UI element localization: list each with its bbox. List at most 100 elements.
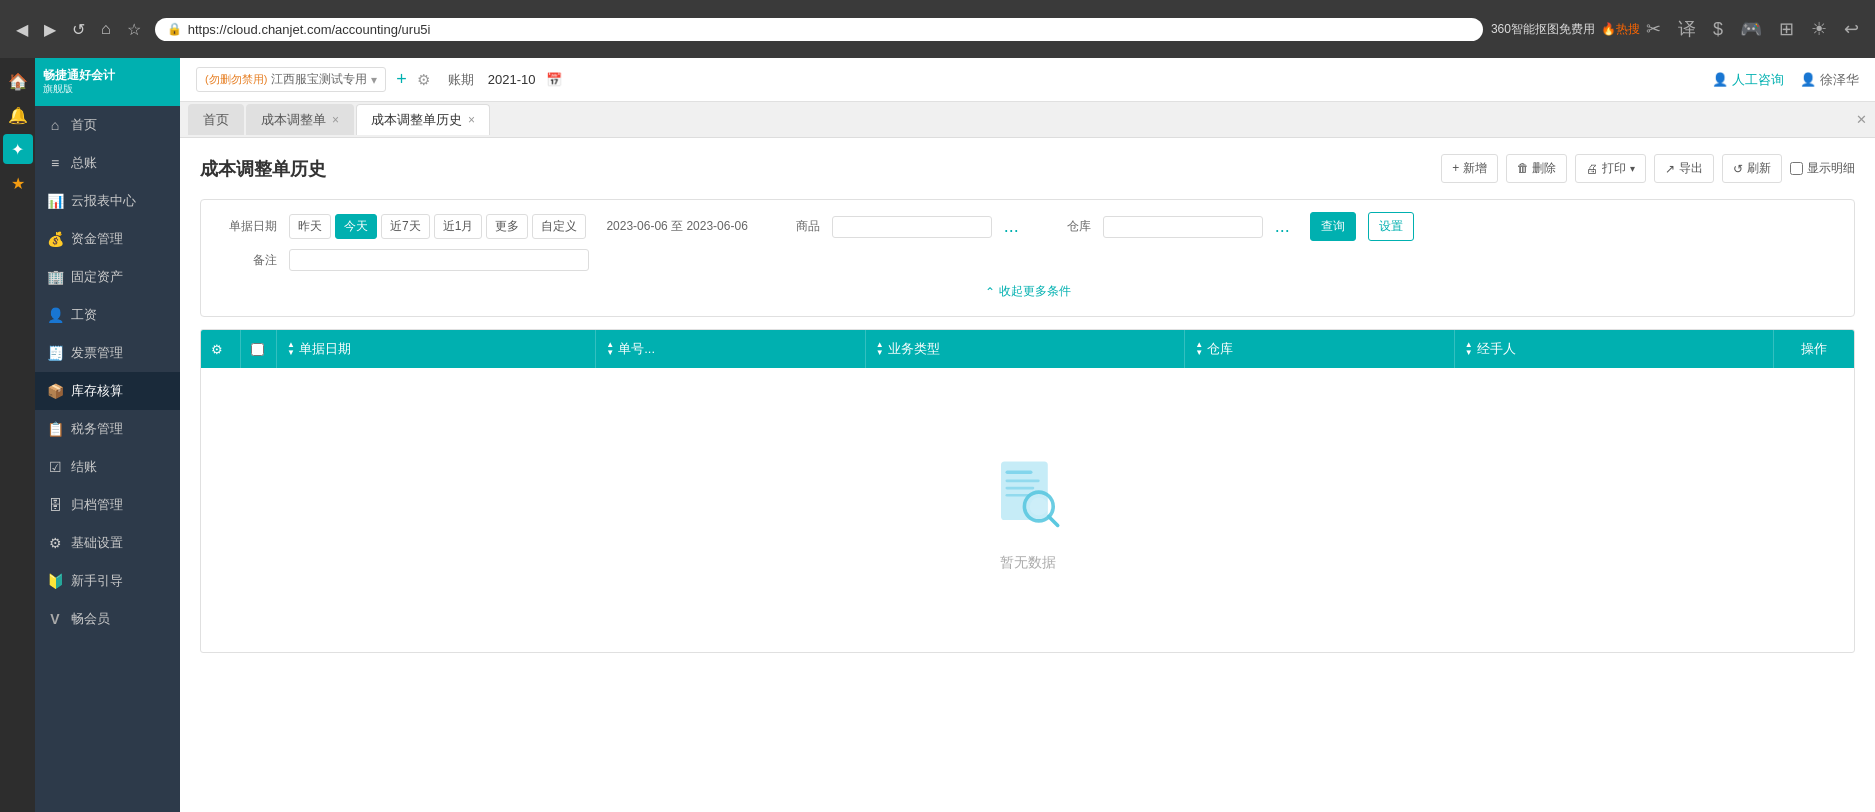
- th-number[interactable]: ▲▼ 单号...: [596, 330, 866, 368]
- product-filter-input[interactable]: [832, 216, 992, 238]
- sidebar-label-archive: 归档管理: [71, 496, 123, 514]
- sidebar-item-settings[interactable]: ⚙ 基础设置: [35, 524, 180, 562]
- page-title-bar: 成本调整单历史 + 新增 🗑 删除 🖨 打印 ▾ ↗ 导出 ↺: [200, 154, 1855, 183]
- browser-chrome: ◀ ▶ ↺ ⌂ ☆ 🔒 https://cloud.chanjet.com/ac…: [0, 0, 1875, 58]
- th-actions-label: 操作: [1801, 340, 1827, 358]
- tab-home[interactable]: 首页: [188, 104, 244, 135]
- date-btn-today[interactable]: 今天: [335, 214, 377, 239]
- sidebar-label-vip: 畅会员: [71, 610, 110, 628]
- display-toggle[interactable]: 显示明细: [1790, 160, 1855, 177]
- tab-cost-adjust[interactable]: 成本调整单 ×: [246, 104, 354, 135]
- username: 徐泽华: [1820, 71, 1859, 89]
- sidebar-item-reports[interactable]: 📊 云报表中心: [35, 182, 180, 220]
- warehouse-filter-input[interactable]: [1103, 216, 1263, 238]
- sidebar-label-settings: 基础设置: [71, 534, 123, 552]
- delete-button[interactable]: 🗑 删除: [1506, 154, 1567, 183]
- date-btn-more[interactable]: 更多: [486, 214, 528, 239]
- archive-icon: 🗄: [47, 497, 63, 513]
- app-container: 🏠 🔔 ✦ ★ 畅捷通好会计 旗舰版 ⌂ 首页 ≡ 总账 📊 云报表中心: [0, 58, 1875, 812]
- rail-icon-star[interactable]: ★: [3, 168, 33, 198]
- sidebar-item-ledger[interactable]: ≡ 总账: [35, 144, 180, 182]
- period-value: 2021-10: [488, 72, 536, 87]
- sidebar-label-payroll: 工资: [71, 306, 97, 324]
- sidebar-label-reports: 云报表中心: [71, 192, 136, 210]
- invoice-icon: 🧾: [47, 345, 63, 361]
- date-btn-7days[interactable]: 近7天: [381, 214, 430, 239]
- tab-cost-adjust-history-close[interactable]: ×: [468, 113, 475, 127]
- tax-icon: 📋: [47, 421, 63, 437]
- reload-button[interactable]: ↺: [66, 16, 91, 43]
- sidebar-item-archive[interactable]: 🗄 归档管理: [35, 486, 180, 524]
- settings-button-filter[interactable]: 设置: [1368, 212, 1414, 241]
- tab-cost-adjust-history[interactable]: 成本调整单历史 ×: [356, 104, 490, 135]
- export-button[interactable]: ↗ 导出: [1654, 154, 1714, 183]
- sidebar-item-home[interactable]: ⌂ 首页: [35, 106, 180, 144]
- th-warehouse[interactable]: ▲▼ 仓库: [1185, 330, 1455, 368]
- top-bar-right: 👤 人工咨询 👤 徐泽华: [1712, 71, 1859, 89]
- home-button[interactable]: ⌂: [95, 16, 117, 43]
- th-checkbox[interactable]: [241, 330, 277, 368]
- new-button[interactable]: + 新增: [1441, 154, 1497, 183]
- customer-service-link[interactable]: 👤 人工咨询: [1712, 71, 1784, 89]
- date-btn-custom[interactable]: 自定义: [532, 214, 586, 239]
- reports-icon: 📊: [47, 193, 63, 209]
- rail-icon-notification[interactable]: 🔔: [3, 100, 33, 130]
- sidebar-item-fixed-assets[interactable]: 🏢 固定资产: [35, 258, 180, 296]
- sort-arrows-biztype: ▲▼: [876, 341, 884, 357]
- print-icon: 🖨: [1586, 162, 1598, 176]
- sidebar-item-tax[interactable]: 📋 税务管理: [35, 410, 180, 448]
- user-info[interactable]: 👤 徐泽华: [1800, 71, 1859, 89]
- remark-filter-input[interactable]: [289, 249, 589, 271]
- tab-cost-adjust-close[interactable]: ×: [332, 113, 339, 127]
- warehouse-filter-dots[interactable]: ...: [1275, 216, 1290, 237]
- sidebar-item-inventory[interactable]: 📦 库存核算: [35, 372, 180, 410]
- th-number-label: 单号...: [618, 340, 655, 358]
- query-button[interactable]: 查询: [1310, 212, 1356, 241]
- sidebar-item-guide[interactable]: 🔰 新手引导: [35, 562, 180, 600]
- account-warning: (勿删勿禁用): [205, 72, 267, 87]
- rail-icon-active[interactable]: ✦: [3, 134, 33, 164]
- sidebar-item-invoice[interactable]: 🧾 发票管理: [35, 334, 180, 372]
- add-account-btn[interactable]: +: [396, 69, 407, 90]
- th-biztype[interactable]: ▲▼ 业务类型: [866, 330, 1185, 368]
- sidebar-item-payroll[interactable]: 👤 工资: [35, 296, 180, 334]
- svg-point-6: [1029, 498, 1047, 516]
- account-selector[interactable]: (勿删勿禁用) 江西服宝测试专用 ▾: [196, 67, 386, 92]
- sidebar-label-tax: 税务管理: [71, 420, 123, 438]
- sidebar-item-settle[interactable]: ☑ 结账: [35, 448, 180, 486]
- print-label: 打印: [1602, 160, 1626, 177]
- svg-rect-2: [1005, 480, 1039, 483]
- select-all-checkbox[interactable]: [251, 343, 264, 356]
- sidebar-item-funds[interactable]: 💰 资金管理: [35, 220, 180, 258]
- product-filter-dots[interactable]: ...: [1004, 216, 1019, 237]
- rail-icon-home[interactable]: 🏠: [3, 66, 33, 96]
- th-gear[interactable]: ⚙: [201, 330, 241, 368]
- tab-cost-adjust-label: 成本调整单: [261, 111, 326, 129]
- warehouse-filter-label: 仓库: [1031, 218, 1091, 235]
- close-window-btn[interactable]: ✕: [1856, 112, 1867, 127]
- user-avatar-icon: 👤: [1800, 72, 1816, 87]
- logo-text: 畅捷通好会计: [43, 68, 115, 82]
- sort-arrows-num: ▲▼: [606, 341, 614, 357]
- bookmark-button[interactable]: ☆: [121, 16, 147, 43]
- display-toggle-checkbox[interactable]: [1790, 162, 1803, 175]
- collapse-filter-btn[interactable]: ⌃ 收起更多条件: [217, 279, 1838, 304]
- address-bar[interactable]: 🔒 https://cloud.chanjet.com/accounting/u…: [155, 18, 1483, 41]
- empty-state-illustration: [983, 448, 1073, 538]
- filter-row-date: 单据日期 昨天 今天 近7天 近1月 更多 自定义 2023-06-06 至 2…: [217, 212, 1838, 241]
- collapse-label: 收起更多条件: [999, 283, 1071, 300]
- settings-gear-icon[interactable]: ⚙: [417, 71, 430, 89]
- calendar-icon[interactable]: 📅: [546, 72, 562, 87]
- print-button[interactable]: 🖨 打印 ▾: [1575, 154, 1646, 183]
- top-bar: (勿删勿禁用) 江西服宝测试专用 ▾ + ⚙ 账期 2021-10 📅 👤 人工…: [180, 58, 1875, 102]
- forward-button[interactable]: ▶: [38, 16, 62, 43]
- date-btn-1month[interactable]: 近1月: [434, 214, 483, 239]
- refresh-button[interactable]: ↺ 刷新: [1722, 154, 1782, 183]
- th-date[interactable]: ▲▼ 单据日期: [277, 330, 596, 368]
- sidebar-item-vip[interactable]: V 畅会员: [35, 600, 180, 638]
- date-btn-yesterday[interactable]: 昨天: [289, 214, 331, 239]
- browser-tools: 360智能抠图免费用 🔥热搜 ✂ 译 $ 🎮 ⊞ ☀ ↩: [1491, 17, 1865, 41]
- th-handler[interactable]: ▲▼ 经手人: [1455, 330, 1774, 368]
- sidebar-label-inventory: 库存核算: [71, 382, 123, 400]
- back-button[interactable]: ◀: [10, 16, 34, 43]
